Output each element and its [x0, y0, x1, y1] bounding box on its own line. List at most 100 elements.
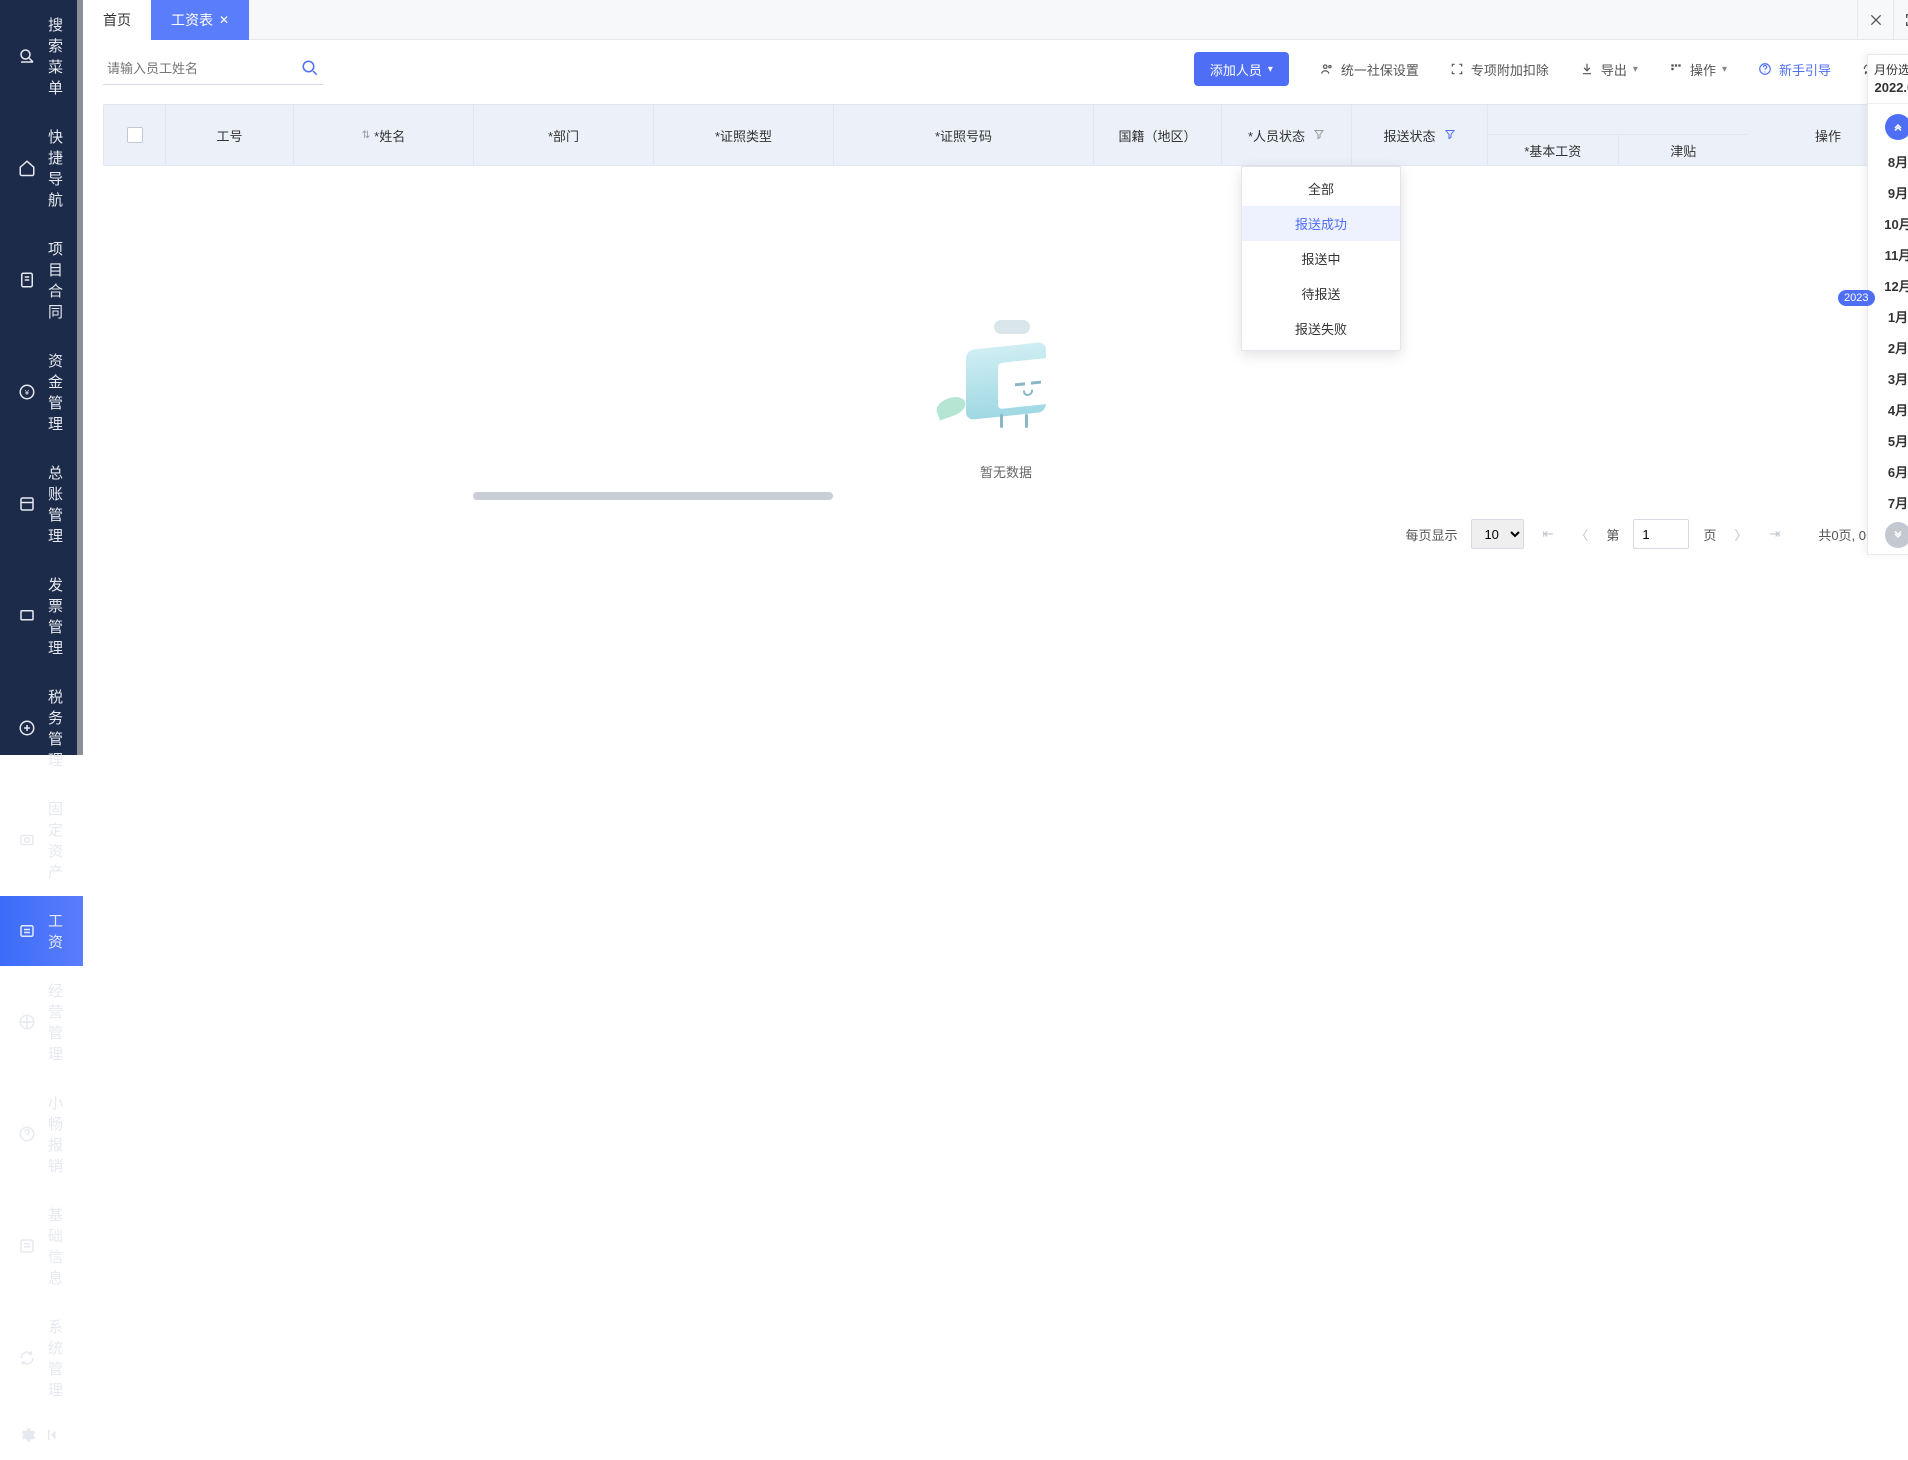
th-label: 报送状态: [1384, 126, 1436, 145]
sort-icon[interactable]: ⇅: [362, 130, 370, 141]
filter-icon[interactable]: [1444, 128, 1456, 143]
month-scroll-up[interactable]: [1885, 114, 1908, 140]
th-employee-id[interactable]: 工号: [166, 105, 294, 165]
month-item[interactable]: 2月: [1868, 332, 1908, 363]
sidebar-item-salary[interactable]: 工资: [0, 896, 83, 966]
month-item[interactable]: 5月: [1868, 425, 1908, 456]
dropdown-item-submitting[interactable]: 报送中: [1242, 241, 1400, 276]
page-input[interactable]: [1633, 519, 1689, 549]
link-label: 新手引导: [1779, 60, 1831, 79]
month-item[interactable]: 1月: [1868, 301, 1908, 332]
search-icon[interactable]: [301, 59, 319, 80]
search-input[interactable]: [103, 53, 323, 85]
sidebar-item-quicknav[interactable]: 快捷导航: [0, 112, 83, 224]
sidebar-item-expense[interactable]: 小畅报销: [0, 1078, 83, 1190]
tab-home[interactable]: 首页: [83, 0, 151, 40]
th-id-type[interactable]: *证照类型: [654, 105, 834, 165]
th-nationality[interactable]: 国籍（地区）: [1094, 105, 1222, 165]
th-person-status[interactable]: *人员状态: [1222, 105, 1352, 165]
tabs-bar: 首页 工资表 ✕: [83, 0, 1908, 40]
per-page-select[interactable]: 10: [1471, 519, 1524, 549]
biz-icon: [18, 1012, 36, 1032]
close-icon[interactable]: ✕: [219, 13, 229, 27]
sidebar-item-invoice[interactable]: 发票管理: [0, 560, 83, 672]
th-checkbox: [104, 105, 166, 165]
dropdown-item-failed[interactable]: 报送失败: [1242, 311, 1400, 346]
sidebar-item-tax[interactable]: 税务管理: [0, 672, 83, 784]
th-label: *部门: [548, 126, 579, 145]
link-label: 统一社保设置: [1341, 60, 1419, 79]
deduction-button[interactable]: 专项附加扣除: [1449, 60, 1549, 79]
month-item[interactable]: 10月: [1868, 208, 1908, 239]
sidebar-item-search-menu[interactable]: 搜索菜单: [0, 0, 83, 112]
operate-button[interactable]: 操作 ▾: [1668, 60, 1727, 79]
sidebar-item-system[interactable]: 系统管理: [0, 1302, 83, 1414]
empty-state: 暂无数据: [103, 166, 1908, 481]
month-item[interactable]: 11月: [1868, 239, 1908, 270]
th-submit-status[interactable]: 报送状态: [1352, 105, 1488, 165]
scrollbar-thumb[interactable]: [473, 492, 833, 500]
sidebar-label: 搜索菜单: [48, 14, 65, 98]
search-list-icon: [18, 46, 36, 66]
month-panel: 月份选择 2022.05 2023 8月 9月 10月 11月 12月 1月 2…: [1867, 54, 1908, 555]
th-allowance[interactable]: 津贴: [1619, 135, 1749, 165]
th-label: 工号: [217, 126, 243, 145]
month-item[interactable]: 3月: [1868, 363, 1908, 394]
month-item[interactable]: 9月: [1868, 177, 1908, 208]
tab-salary-sheet[interactable]: 工资表 ✕: [151, 0, 249, 40]
year-badge: 2023: [1838, 290, 1874, 306]
dropdown-item-all[interactable]: 全部: [1242, 171, 1400, 206]
th-name[interactable]: ⇅ *姓名: [294, 105, 474, 165]
export-button[interactable]: 导出 ▾: [1579, 60, 1638, 79]
month-item[interactable]: 4月: [1868, 394, 1908, 425]
tabs-close-all[interactable]: [1857, 0, 1893, 40]
sidebar-label: 资金管理: [48, 350, 65, 434]
th-department[interactable]: *部门: [474, 105, 654, 165]
sidebar-item-asset[interactable]: 固定资产: [0, 784, 83, 896]
main: 首页 工资表 ✕ 添加人员 ▾ 统一社保设置: [83, 0, 1908, 755]
sidebar-item-biz[interactable]: 经营管理: [0, 966, 83, 1078]
gear-icon[interactable]: [18, 1426, 38, 1446]
th-base-salary[interactable]: *基本工资: [1488, 135, 1619, 165]
dropdown-item-pending[interactable]: 待报送: [1242, 276, 1400, 311]
ledger-icon: [18, 494, 36, 514]
select-all-checkbox[interactable]: [127, 127, 143, 143]
expense-icon: [18, 1124, 36, 1144]
horizontal-scrollbar[interactable]: [103, 491, 1908, 501]
th-id-number[interactable]: *证照号码: [834, 105, 1094, 165]
tab-label: 工资表: [171, 10, 213, 30]
th-label: *姓名: [374, 126, 405, 145]
help-icon: [1757, 61, 1773, 77]
tab-label: 首页: [103, 10, 131, 30]
grid-icon: [1668, 61, 1684, 77]
th-salary-group: *基本工资 津贴: [1488, 105, 1748, 165]
sidebar-item-baseinfo[interactable]: 基础信息: [0, 1190, 83, 1302]
collapse-icon[interactable]: [45, 1426, 65, 1446]
page-first[interactable]: ⇤: [1538, 526, 1557, 542]
add-person-button[interactable]: 添加人员 ▾: [1194, 52, 1289, 86]
sidebar-label: 总账管理: [48, 462, 65, 546]
page-next[interactable]: 〉: [1730, 525, 1751, 544]
guide-button[interactable]: 新手引导: [1757, 60, 1831, 79]
page-prefix: 第: [1606, 525, 1619, 544]
search-wrap: [103, 53, 323, 85]
sidebar-item-contract[interactable]: 项目合同: [0, 224, 83, 336]
sidebar-item-fund[interactable]: ¥ 资金管理: [0, 336, 83, 448]
dropdown-item-success[interactable]: 报送成功: [1242, 206, 1400, 241]
per-page-label: 每页显示: [1405, 525, 1457, 544]
month-item[interactable]: 7月: [1868, 487, 1908, 518]
th-label: 操作: [1815, 126, 1841, 145]
caret-down-icon: ▾: [1722, 64, 1727, 75]
link-label: 专项附加扣除: [1471, 60, 1549, 79]
month-scroll-down[interactable]: [1885, 522, 1908, 548]
sidebar-item-ledger[interactable]: 总账管理: [0, 448, 83, 560]
month-panel-year: 2022.05: [1868, 80, 1908, 104]
social-settings-button[interactable]: 统一社保设置: [1319, 60, 1419, 79]
tabs-fullscreen[interactable]: [1893, 0, 1908, 40]
sidebar-label: 经营管理: [48, 980, 65, 1064]
month-item[interactable]: 6月: [1868, 456, 1908, 487]
filter-icon[interactable]: [1313, 128, 1325, 143]
month-item[interactable]: 8月: [1868, 146, 1908, 177]
page-prev[interactable]: 〈: [1571, 525, 1592, 544]
page-last[interactable]: ⇥: [1765, 526, 1784, 542]
